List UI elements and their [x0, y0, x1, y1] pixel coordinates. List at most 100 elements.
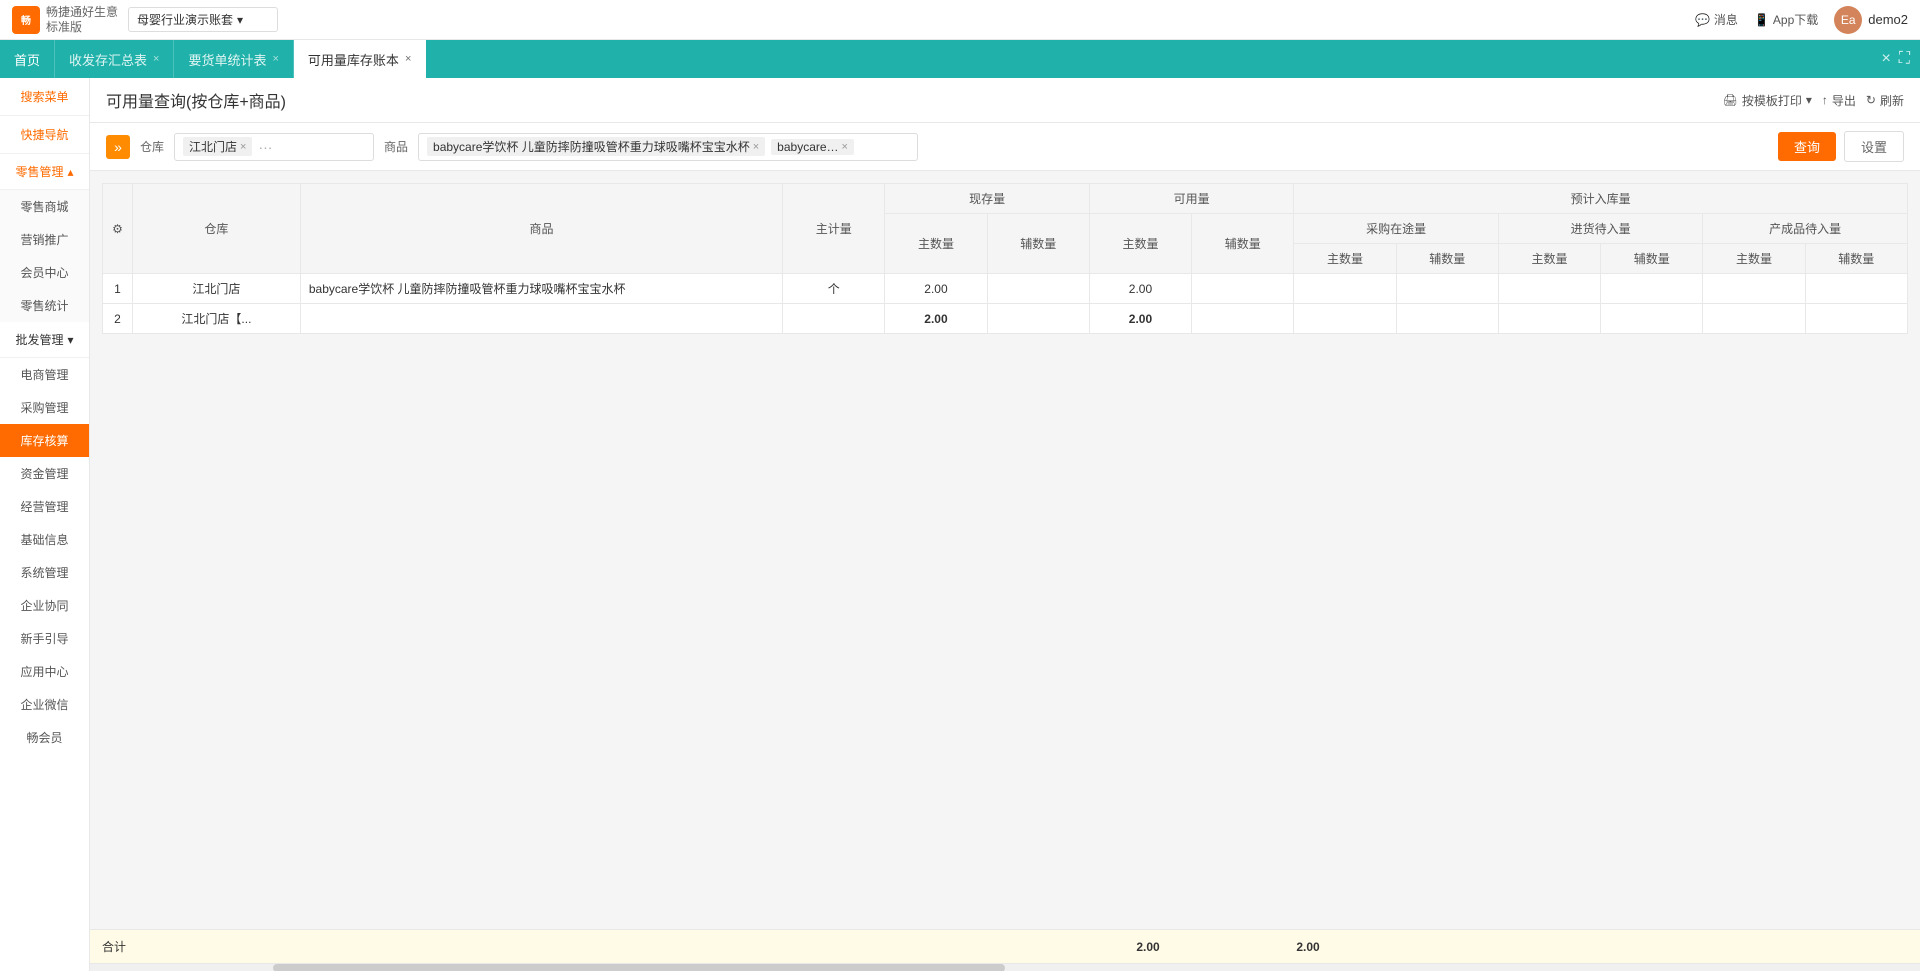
table-row: 2 江北门店【... 2.00 2.00: [103, 304, 1908, 334]
cell-production-main-2: [1703, 304, 1805, 334]
warehouse-tag: 江北门店 ×: [183, 137, 252, 156]
cell-no-1: 1: [103, 274, 133, 304]
remove-warehouse-tag[interactable]: ×: [240, 141, 246, 153]
refresh-btn[interactable]: ↻ 刷新: [1866, 92, 1904, 109]
goods-filter-area[interactable]: babycare学饮杯 儿童防摔防撞吸管杯重力球吸嘴杯宝宝水杯 × babyca…: [418, 133, 918, 161]
cell-avail-main-2: 2.00: [1089, 304, 1191, 334]
user-area[interactable]: Ea demo2: [1834, 6, 1908, 34]
sidebar-item-newbie[interactable]: 新手引导: [0, 622, 89, 655]
filter-more-btn[interactable]: ···: [258, 139, 272, 155]
page-header: 可用量查询(按仓库+商品) 🖨 按模板打印 ▾ ↑ 导出 ↻ 刷新: [90, 78, 1920, 123]
query-button[interactable]: 查询: [1778, 132, 1836, 161]
warehouse-filter-area[interactable]: 江北门店 × ···: [174, 133, 374, 161]
sidebar-item-base-info[interactable]: 基础信息: [0, 523, 89, 556]
col-setting-header[interactable]: ⚙: [103, 184, 133, 274]
cell-purchase-main-2: [1294, 304, 1396, 334]
refresh-icon: ↻: [1866, 93, 1876, 107]
chevron-down-icon2: ▾: [67, 333, 73, 347]
top-bar-left: 畅 畅捷通好生意 标准版 母婴行业演示账套 ▾: [12, 5, 278, 34]
cell-goods-1: babycare学饮杯 儿童防摔防撞吸管杯重力球吸嘴杯宝宝水杯: [300, 274, 782, 304]
print-btn[interactable]: 🖨 按模板打印 ▾: [1723, 92, 1812, 109]
tab-home[interactable]: 首页: [0, 40, 55, 78]
cell-incoming-main-1: [1498, 274, 1600, 304]
cell-warehouse-2: 江北门店【...: [133, 304, 301, 334]
sidebar-item-system[interactable]: 系统管理: [0, 556, 89, 589]
setting-button[interactable]: 设置: [1844, 131, 1904, 162]
footer-avail-total: 2.00: [1268, 940, 1348, 954]
sidebar-quick-nav[interactable]: 快捷导航: [0, 116, 89, 154]
tab-available-stock[interactable]: 可用量库存账本 ×: [294, 40, 426, 78]
close-tab-available-stock[interactable]: ×: [405, 53, 411, 65]
cell-production-main-1: [1703, 274, 1805, 304]
goods-tag-1: babycare学饮杯 儿童防摔防撞吸管杯重力球吸嘴杯宝宝水杯 ×: [427, 137, 765, 156]
table-container[interactable]: ⚙ 仓库 商品 主计量 现存量 可用量 预计入库量 主数量 辅数量 主数量 辅数…: [90, 171, 1920, 929]
app-download-action[interactable]: 📱 App下载: [1754, 11, 1818, 28]
col-production-sub-header: 辅数量: [1805, 244, 1907, 274]
group-incoming-header: 进货待入量: [1498, 214, 1703, 244]
sidebar-item-wechat[interactable]: 企业微信: [0, 688, 89, 721]
close-all-tabs-icon[interactable]: ×: [1881, 50, 1890, 68]
table-row: 1 江北门店 babycare学饮杯 儿童防摔防撞吸管杯重力球吸嘴杯宝宝水杯 个…: [103, 274, 1908, 304]
sidebar-item-inventory[interactable]: 库存核算: [0, 424, 89, 457]
top-bar: 畅 畅捷通好生意 标准版 母婴行业演示账套 ▾ 💬 消息 📱 App下载 Ea …: [0, 0, 1920, 40]
expand-icon[interactable]: ⛶: [1899, 50, 1910, 68]
remove-goods-tag-1[interactable]: ×: [753, 141, 759, 153]
main-layout: 搜索菜单 快捷导航 零售管理 ▴ 零售商城 营销推广 会员中心 零售统计 批发管…: [0, 78, 1920, 971]
sidebar: 搜索菜单 快捷导航 零售管理 ▴ 零售商城 营销推广 会员中心 零售统计 批发管…: [0, 78, 90, 971]
sidebar-item-finance[interactable]: 资金管理: [0, 457, 89, 490]
table-header-row-1: ⚙ 仓库 商品 主计量 现存量 可用量 预计入库量: [103, 184, 1908, 214]
sidebar-item-wholesale[interactable]: 批发管理 ▾: [0, 322, 89, 358]
template-selector[interactable]: 母婴行业演示账套 ▾: [128, 7, 278, 32]
message-icon: 💬: [1695, 13, 1710, 27]
group-forecast-header: 预计入库量: [1294, 184, 1908, 214]
filter-actions: 查询 设置: [1778, 131, 1904, 162]
page-title: 可用量查询(按仓库+商品): [106, 88, 286, 112]
cell-production-sub-2: [1805, 304, 1907, 334]
filter-bar: » 仓库 江北门店 × ··· 商品 babycare学饮杯 儿童防摔防撞吸管杯…: [90, 123, 1920, 171]
export-btn[interactable]: ↑ 导出: [1822, 92, 1856, 109]
sidebar-item-ecom[interactable]: 电商管理: [0, 358, 89, 391]
filter-toggle-btn[interactable]: »: [106, 135, 130, 159]
message-action[interactable]: 💬 消息: [1695, 11, 1738, 28]
sidebar-item-collab[interactable]: 企业协同: [0, 589, 89, 622]
top-bar-right: 💬 消息 📱 App下载 Ea demo2: [1695, 6, 1908, 34]
sidebar-item-retail-stat[interactable]: 零售统计: [0, 289, 89, 322]
col-incoming-sub-header: 辅数量: [1601, 244, 1703, 274]
cell-incoming-main-2: [1498, 304, 1600, 334]
sidebar-item-member[interactable]: 会员中心: [0, 256, 89, 289]
sidebar-search[interactable]: 搜索菜单: [0, 78, 89, 116]
sidebar-item-chang-member[interactable]: 畅会员: [0, 721, 89, 754]
goods-label: 商品: [384, 138, 408, 155]
sidebar-item-marketing[interactable]: 营销推广: [0, 223, 89, 256]
sidebar-item-operation[interactable]: 经营管理: [0, 490, 89, 523]
cell-warehouse-1: 江北门店: [133, 274, 301, 304]
cell-purchase-main-1: [1294, 274, 1396, 304]
horizontal-scrollbar[interactable]: [90, 963, 1920, 971]
close-tab-summary[interactable]: ×: [153, 53, 159, 65]
export-icon: ↑: [1822, 93, 1828, 107]
close-tab-order-stat[interactable]: ×: [272, 53, 278, 65]
print-chevron-icon: ▾: [1806, 93, 1812, 107]
col-purchase-sub-header: 辅数量: [1396, 244, 1498, 274]
data-table: ⚙ 仓库 商品 主计量 现存量 可用量 预计入库量 主数量 辅数量 主数量 辅数…: [102, 183, 1908, 334]
sidebar-item-retail-mall[interactable]: 零售商城: [0, 190, 89, 223]
cell-avail-sub-2: [1192, 304, 1294, 334]
scroll-thumb[interactable]: [273, 964, 1005, 971]
chevron-up-icon: ▴: [67, 165, 73, 179]
table-footer: 合计 2.00 2.00: [90, 929, 1920, 963]
col-current-sub-header: 辅数量: [987, 214, 1089, 274]
cell-purchase-sub-2: [1396, 304, 1498, 334]
sidebar-item-app-center[interactable]: 应用中心: [0, 655, 89, 688]
cell-no-2: 2: [103, 304, 133, 334]
sidebar-item-purchase[interactable]: 采购管理: [0, 391, 89, 424]
cell-avail-main-1: 2.00: [1089, 274, 1191, 304]
tab-order-stat[interactable]: 要货单统计表 ×: [174, 40, 293, 78]
avatar: Ea: [1834, 6, 1862, 34]
page-actions: 🖨 按模板打印 ▾ ↑ 导出 ↻ 刷新: [1723, 92, 1904, 109]
username[interactable]: demo2: [1868, 12, 1908, 27]
col-current-main-header: 主数量: [885, 214, 987, 274]
tab-summary[interactable]: 收发存汇总表 ×: [55, 40, 174, 78]
col-production-main-header: 主数量: [1703, 244, 1805, 274]
remove-goods-tag-2[interactable]: ×: [842, 141, 848, 153]
sidebar-item-retail[interactable]: 零售管理 ▴: [0, 154, 89, 190]
